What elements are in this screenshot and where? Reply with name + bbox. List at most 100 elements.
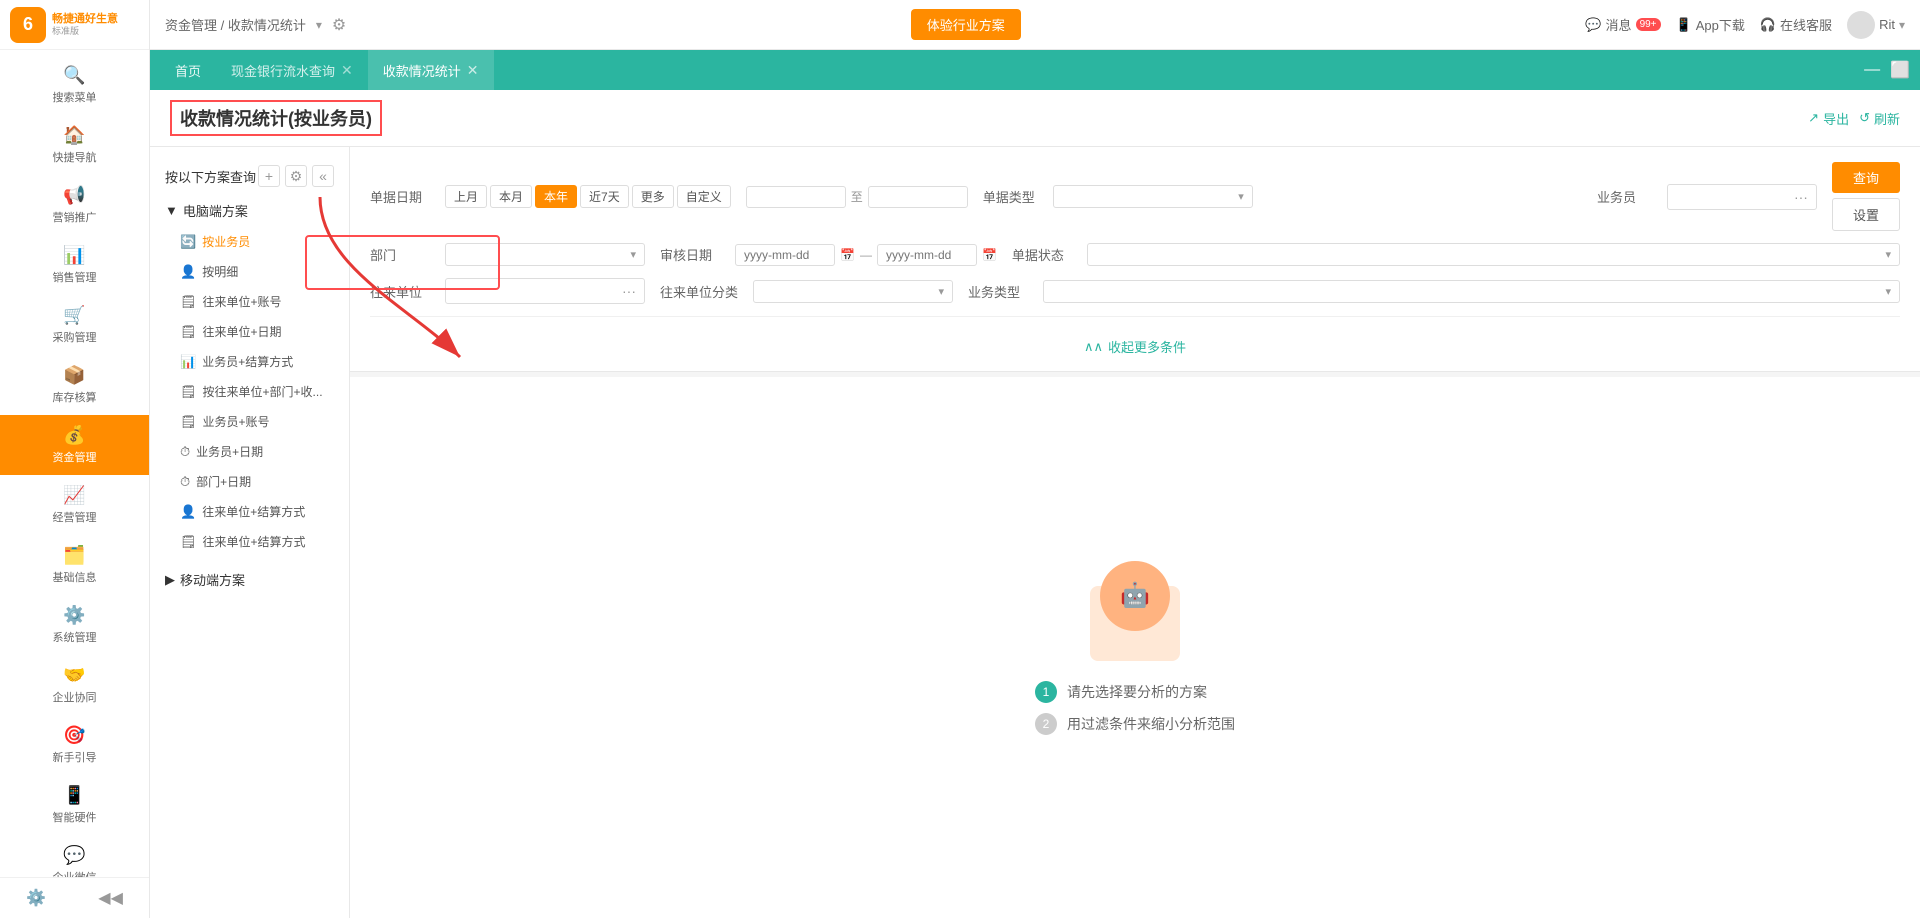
- doc-type-select[interactable]: ▾: [1053, 185, 1253, 208]
- date-range: 2023-01-01 至 2023-12-31: [746, 186, 968, 208]
- export-icon: ↗: [1808, 110, 1819, 126]
- scheme-item-unit-method1[interactable]: 👤 往来单位+结算方式: [160, 497, 339, 526]
- tab-bank-close[interactable]: ✕: [341, 62, 353, 79]
- unit-category-select[interactable]: ▾: [753, 280, 953, 303]
- empty-hint-2: 2 用过滤条件来缩小分析范围: [1035, 713, 1235, 735]
- audit-date-label: 审核日期: [660, 245, 720, 264]
- scheme-item-unit-account[interactable]: 🗒 往来单位+账号: [160, 287, 339, 316]
- tab-receipt-close[interactable]: ✕: [467, 62, 479, 79]
- audit-calendar-icon[interactable]: 📅: [840, 248, 855, 262]
- collapse-footer-btn[interactable]: ◀◀: [98, 888, 123, 908]
- message-area[interactable]: 💬 消息 99+: [1585, 15, 1660, 34]
- add-scheme-button[interactable]: +: [258, 165, 280, 187]
- tab-maximize-icon[interactable]: ⬜: [1890, 60, 1910, 80]
- date-from-input[interactable]: 2023-01-01: [746, 186, 846, 208]
- date-btn-custom[interactable]: 自定义: [677, 185, 731, 208]
- biz-type-select[interactable]: ▾: [1043, 280, 1900, 303]
- content: 收款情况统计(按业务员) ↗ 导出 ↺ 刷新: [150, 90, 1920, 918]
- sidebar-item-purchase[interactable]: 🛒 采购管理: [0, 295, 149, 355]
- sidebar-item-quicknav[interactable]: 🏠 快捷导航: [0, 115, 149, 175]
- date-btn-last-month[interactable]: 上月: [445, 185, 487, 208]
- breadcrumb-arrow[interactable]: ▾: [316, 18, 322, 32]
- online-service-area[interactable]: 🎧 在线客服: [1760, 15, 1832, 34]
- doc-status-arrow: ▾: [1885, 248, 1891, 261]
- purchase-icon: 🛒: [63, 305, 85, 326]
- date-btn-more[interactable]: 更多: [632, 185, 674, 208]
- scheme-settings-button[interactable]: ⚙: [285, 165, 307, 187]
- dept-arrow: ▾: [630, 248, 636, 261]
- sidebar-item-basic[interactable]: 🗂️ 基础信息: [0, 535, 149, 595]
- export-button[interactable]: ↗ 导出: [1808, 109, 1849, 128]
- app-download-area[interactable]: 📱 App下载: [1676, 15, 1745, 34]
- doc-status-select[interactable]: ▾: [1087, 243, 1900, 266]
- sidebar-item-finance[interactable]: 💰 资金管理: [0, 415, 149, 475]
- salesperson-account-icon: 🗒: [180, 414, 197, 430]
- sidebar-item-search[interactable]: 🔍 搜索菜单: [0, 55, 149, 115]
- service-icon: 🎧: [1760, 17, 1776, 33]
- collapse-button[interactable]: ∧∧ 收起更多条件: [1084, 337, 1186, 356]
- audit-from-input[interactable]: [735, 244, 835, 266]
- salesperson-select[interactable]: ···: [1667, 184, 1817, 210]
- user-dropdown-arrow: ▾: [1899, 18, 1905, 32]
- sidebar-item-wechat[interactable]: 💬 企业微信: [0, 835, 149, 877]
- tab-minimize-icon[interactable]: —: [1864, 61, 1880, 79]
- desktop-scheme-group: ▼ 电脑端方案 🔄 按业务员 👤 按明细 🗒 往来单位+账号: [150, 195, 349, 556]
- user-area[interactable]: Rit ▾: [1847, 11, 1905, 39]
- query-button[interactable]: 查询: [1832, 162, 1900, 193]
- sidebar-item-sales[interactable]: 📊 销售管理: [0, 235, 149, 295]
- desktop-scheme-title[interactable]: ▼ 电脑端方案: [160, 195, 339, 226]
- sidebar-item-guide[interactable]: 🎯 新手引导: [0, 715, 149, 775]
- settings-footer-btn[interactable]: ⚙️: [26, 888, 46, 908]
- trial-button[interactable]: 体验行业方案: [911, 9, 1021, 40]
- enterprise-icon: 🤝: [63, 665, 85, 686]
- scheme-item-detail[interactable]: 👤 按明细: [160, 257, 339, 286]
- salesperson-more-dots[interactable]: ···: [1794, 189, 1808, 205]
- sidebar-item-enterprise[interactable]: 🤝 企业协同: [0, 655, 149, 715]
- tab-home[interactable]: 首页: [160, 50, 216, 90]
- topbar-gear-icon[interactable]: ⚙: [332, 15, 346, 35]
- sidebar-item-operation[interactable]: 📈 经营管理: [0, 475, 149, 535]
- date-btn-7days[interactable]: 近7天: [580, 185, 629, 208]
- sidebar-item-system[interactable]: ⚙️ 系统管理: [0, 595, 149, 655]
- collapse-panel-button[interactable]: «: [312, 165, 334, 187]
- scheme-item-salesperson-method[interactable]: 📊 业务员+结算方式: [160, 347, 339, 376]
- empty-face: 🤖: [1100, 561, 1170, 631]
- scheme-item-unit-date[interactable]: 🗒 往来单位+日期: [160, 317, 339, 346]
- biz-type-label: 业务类型: [968, 282, 1028, 301]
- scheme-item-salesperson-date[interactable]: ⏱ 业务员+日期: [160, 437, 339, 466]
- scheme-item-unit-method2[interactable]: 🗒 往来单位+结算方式: [160, 527, 339, 556]
- dept-select[interactable]: ▾: [445, 243, 645, 266]
- audit-calendar2-icon[interactable]: 📅: [982, 248, 997, 262]
- audit-date-range: 📅 — 📅: [735, 244, 997, 266]
- message-icon: 💬: [1585, 17, 1601, 33]
- salesperson-date-icon: ⏱: [180, 444, 190, 460]
- main-area: 资金管理 / 收款情况统计 ▾ ⚙ 体验行业方案 💬 消息 99+ 📱 App下…: [150, 0, 1920, 918]
- scheme-item-dept-date[interactable]: ⏱ 部门+日期: [160, 467, 339, 496]
- system-icon: ⚙️: [63, 605, 85, 626]
- logo-icon: 6: [10, 7, 46, 43]
- tab-bank[interactable]: 现金银行流水查询 ✕: [216, 50, 368, 90]
- detail-icon: 👤: [180, 264, 196, 280]
- desktop-scheme-arrow: ▼: [165, 203, 178, 218]
- mobile-scheme-title[interactable]: ▶ 移动端方案: [160, 564, 339, 595]
- mobile-scheme-arrow: ▶: [165, 572, 175, 588]
- scheme-item-salesperson-account[interactable]: 🗒 业务员+账号: [160, 407, 339, 436]
- unit-method2-icon: 🗒: [180, 534, 197, 550]
- biz-type-arrow: ▾: [1885, 285, 1891, 298]
- tab-receipt[interactable]: 收款情况统计 ✕: [368, 50, 494, 90]
- audit-to-input[interactable]: [877, 244, 977, 266]
- unit-select[interactable]: ···: [445, 278, 645, 304]
- sidebar-item-hardware[interactable]: 📱 智能硬件: [0, 775, 149, 835]
- scheme-item-salesperson[interactable]: 🔄 按业务员: [160, 227, 339, 256]
- date-btn-this-month[interactable]: 本月: [490, 185, 532, 208]
- settings-button[interactable]: 设置: [1832, 198, 1900, 231]
- sidebar-item-inventory[interactable]: 📦 库存核算: [0, 355, 149, 415]
- date-to-input[interactable]: 2023-12-31: [868, 186, 968, 208]
- refresh-button[interactable]: ↺ 刷新: [1859, 109, 1900, 128]
- unit-more-dots[interactable]: ···: [622, 283, 636, 299]
- sales-icon: 📊: [63, 245, 85, 266]
- scheme-item-unit-dept[interactable]: 🗒 按往来单位+部门+收...: [160, 377, 339, 406]
- left-panel: 按以下方案查询 + ⚙ « ▼ 电脑端方案 🔄 按业务员: [150, 147, 350, 918]
- sidebar-item-marketing[interactable]: 📢 营销推广: [0, 175, 149, 235]
- date-btn-this-year[interactable]: 本年: [535, 185, 577, 208]
